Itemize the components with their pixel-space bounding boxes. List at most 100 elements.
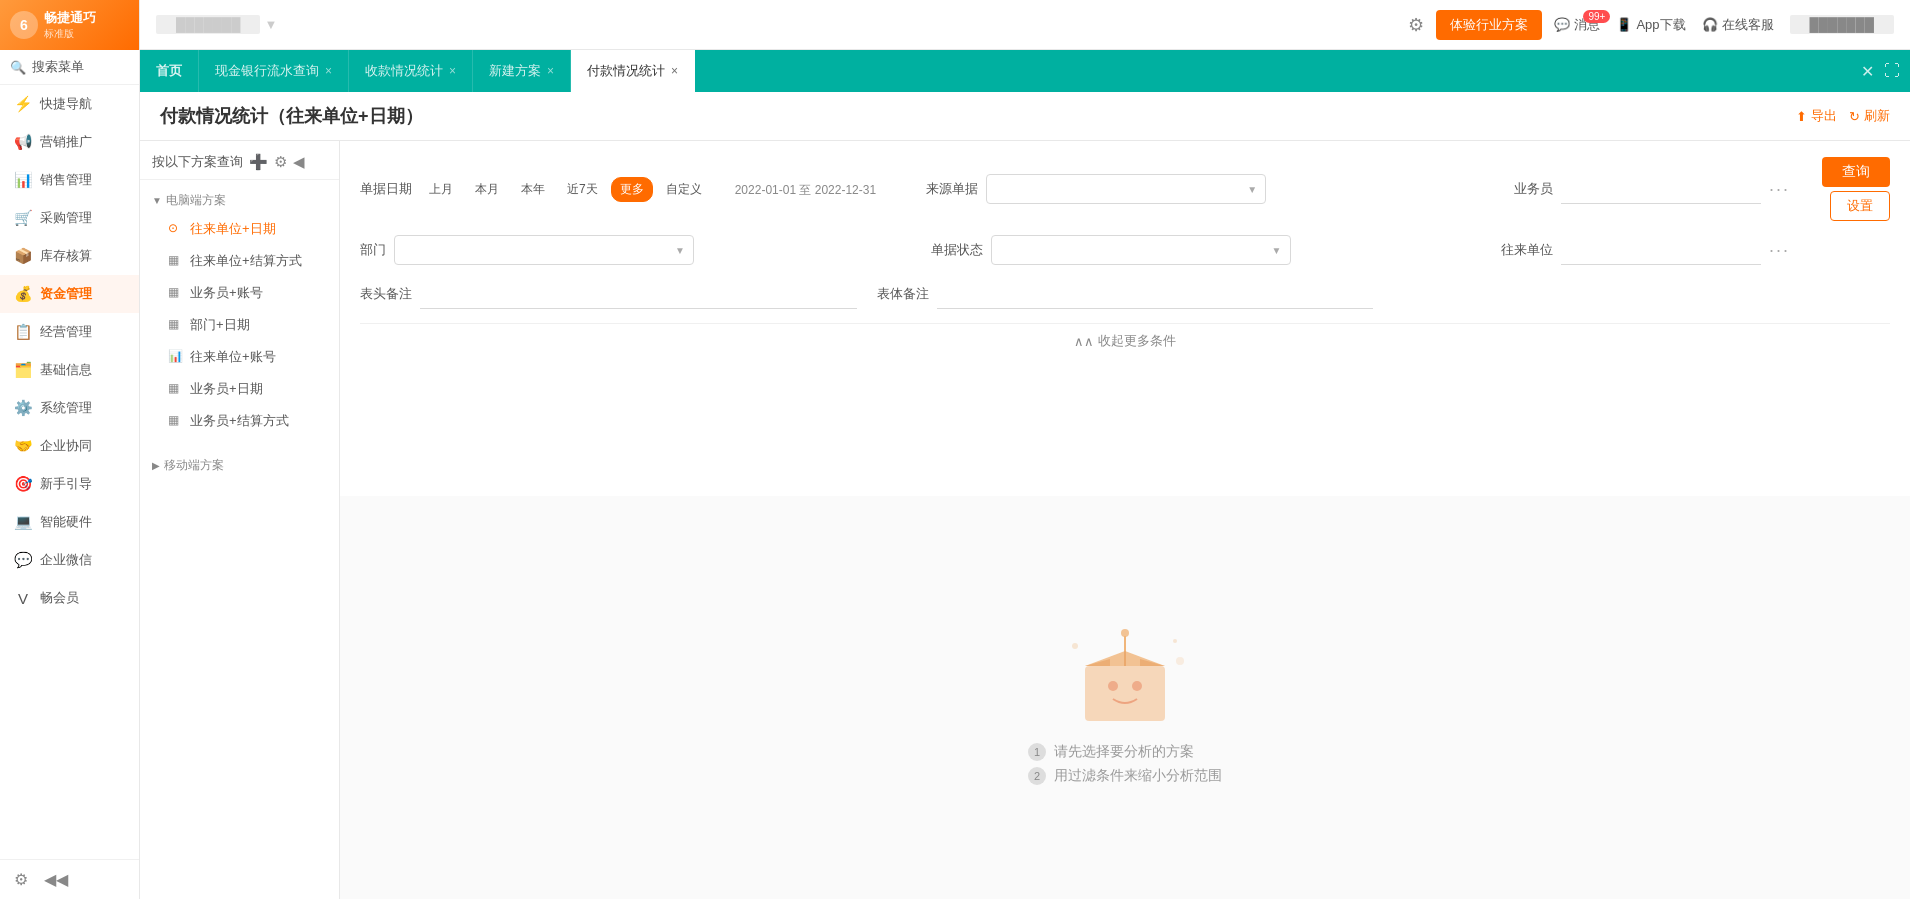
tab-new-scheme-label: 新建方案 [489,62,541,80]
sidebar-item-label: 经营管理 [40,323,92,341]
date-btn-7days[interactable]: 近7天 [558,177,607,202]
scheme-item-dept-date[interactable]: ▦ 部门+日期 [140,309,339,341]
date-btn-more[interactable]: 更多 [611,177,653,202]
collapse-scheme-icon[interactable]: ◀ [293,153,305,171]
query-button[interactable]: 查询 [1822,157,1890,187]
partner-dots[interactable]: ··· [1769,240,1790,261]
filter-row-1: 单据日期 上月 本月 本年 近7天 更多 自定义 2022-01-01 至 20… [360,157,1890,221]
sidebar-item-purchase[interactable]: 🛒 采购管理 [0,199,139,237]
member-icon: V [14,589,32,607]
service-button[interactable]: 🎧 在线客服 [1702,16,1774,34]
sidebar-item-hardware[interactable]: 💻 智能硬件 [0,503,139,541]
scheme-item-label: 往来单位+结算方式 [190,252,302,270]
export-icon: ⬆ [1796,109,1807,124]
sidebar-item-label: 销售管理 [40,171,92,189]
scheme-item-partner-settle[interactable]: ▦ 往来单位+结算方式 [140,245,339,277]
scheme-item-partner-account[interactable]: 📊 往来单位+账号 [140,341,339,373]
tab-receive-stats-close[interactable]: × [449,64,456,78]
body-note-input[interactable] [937,279,1374,309]
date-range-display: 2022-01-01 至 2022-12-31 [735,182,876,199]
sidebar-item-marketing[interactable]: 📢 营销推广 [0,123,139,161]
add-scheme-icon[interactable]: ➕ [249,153,268,171]
hint-num-2: 2 [1028,767,1046,785]
date-btn-last-month[interactable]: 上月 [420,177,462,202]
scheme-item-partner-date[interactable]: ⊙ 往来单位+日期 [140,213,339,245]
scheme-item-label: 往来单位+账号 [190,348,276,366]
settings-button[interactable]: 设置 [1830,191,1890,221]
sidebar-title: 畅捷通巧 [44,9,96,27]
sidebar-item-guide[interactable]: 🎯 新手引导 [0,465,139,503]
staff-dots[interactable]: ··· [1769,179,1790,200]
tab-cash-flow[interactable]: 现金银行流水查询 × [199,50,349,92]
filter-docstatus-group: 单据状态 ▼ [931,235,1482,265]
tab-pay-stats[interactable]: 付款情况统计 × [571,50,695,92]
sidebar-item-wechat[interactable]: 💬 企业微信 [0,541,139,579]
footer-collapse-icon[interactable]: ◀◀ [44,870,68,889]
search-icon: 🔍 [10,60,26,75]
date-btn-custom[interactable]: 自定义 [657,177,711,202]
sidebar-item-label: 智能硬件 [40,513,92,531]
header-note-input[interactable] [420,279,857,309]
scheme-item-staff-settle[interactable]: ▦ 业务员+结算方式 [140,405,339,437]
sidebar-item-basic-info[interactable]: 🗂️ 基础信息 [0,351,139,389]
date-btn-this-month[interactable]: 本月 [466,177,508,202]
export-button[interactable]: ⬆ 导出 [1796,107,1837,125]
sidebar-item-enterprise[interactable]: 🤝 企业协同 [0,427,139,465]
mobile-section-title[interactable]: ▶ 移动端方案 [140,453,339,478]
collapse-button[interactable]: ∧∧ 收起更多条件 [360,323,1890,358]
sidebar-item-quick-nav[interactable]: ⚡ 快捷导航 [0,85,139,123]
page-actions: ⬆ 导出 ↻ 刷新 [1796,107,1890,125]
staff-input[interactable] [1561,174,1761,204]
svg-point-10 [1173,639,1177,643]
sidebar-item-label: 基础信息 [40,361,92,379]
footer-settings-icon[interactable]: ⚙ [14,870,28,889]
sidebar-item-member[interactable]: V 畅会员 [0,579,139,617]
filter-source-group: 来源单据 ▼ [926,174,1494,204]
source-select[interactable]: ▼ [986,174,1266,204]
tab-new-scheme[interactable]: 新建方案 × [473,50,571,92]
query-settings-group: 查询 设置 [1810,157,1890,221]
logo-icon: 6 [10,11,38,39]
sidebar-search[interactable]: 🔍 搜索菜单 [0,50,139,85]
tab-receive-stats[interactable]: 收款情况统计 × [349,50,473,92]
topbar-settings-icon[interactable]: ⚙ [1408,14,1424,36]
app-download-button[interactable]: 📱 App下载 [1616,16,1685,34]
empty-hint-text-1: 请先选择要分析的方案 [1054,743,1194,761]
sidebar-item-sales[interactable]: 📊 销售管理 [0,161,139,199]
date-btn-this-year[interactable]: 本年 [512,177,554,202]
sidebar-item-label: 企业协同 [40,437,92,455]
hint-num-1: 1 [1028,743,1046,761]
sidebar-subtitle: 标准版 [44,27,96,41]
collapse-arrow-icon: ∧∧ [1074,334,1094,349]
tabs-right: ✕ ⛶ [1851,50,1910,92]
main-content: ███████ ▼ ⚙ 体验行业方案 💬 消息 99+ 📱 App下载 🎧 在线… [140,0,1910,899]
message-button[interactable]: 💬 消息 99+ [1554,16,1600,34]
trial-button[interactable]: 体验行业方案 [1436,10,1542,40]
desktop-section-title[interactable]: ▼ 电脑端方案 [140,188,339,213]
scheme-item-staff-account[interactable]: ▦ 业务员+账号 [140,277,339,309]
sidebar-item-operation[interactable]: 📋 经营管理 [0,313,139,351]
sidebar-item-label: 快捷导航 [40,95,92,113]
tab-close-all-icon[interactable]: ✕ [1861,62,1874,81]
sidebar-item-inventory[interactable]: 📦 库存核算 [0,237,139,275]
empty-hints: 1 请先选择要分析的方案 2 用过滤条件来缩小分析范围 [1028,743,1222,785]
settings-scheme-icon[interactable]: ⚙ [274,153,287,171]
tab-pay-stats-close[interactable]: × [671,64,678,78]
doc-status-select[interactable]: ▼ [991,235,1291,265]
scheme-panel-title: 按以下方案查询 [152,153,243,171]
sidebar-item-system[interactable]: ⚙️ 系统管理 [0,389,139,427]
scheme-item-icon: ▦ [168,317,184,333]
dept-label: 部门 [360,241,386,259]
guide-icon: 🎯 [14,475,32,493]
tab-home[interactable]: 首页 [140,50,199,92]
tab-new-scheme-close[interactable]: × [547,64,554,78]
wechat-icon: 💬 [14,551,32,569]
dept-select[interactable]: ▼ [394,235,694,265]
tab-fullscreen-icon[interactable]: ⛶ [1884,62,1900,80]
partner-input[interactable] [1561,235,1761,265]
sidebar-item-capital[interactable]: 💰 资金管理 [0,275,139,313]
scheme-item-staff-date[interactable]: ▦ 业务员+日期 [140,373,339,405]
tab-cash-flow-close[interactable]: × [325,64,332,78]
sidebar-item-label: 企业微信 [40,551,92,569]
refresh-button[interactable]: ↻ 刷新 [1849,107,1890,125]
